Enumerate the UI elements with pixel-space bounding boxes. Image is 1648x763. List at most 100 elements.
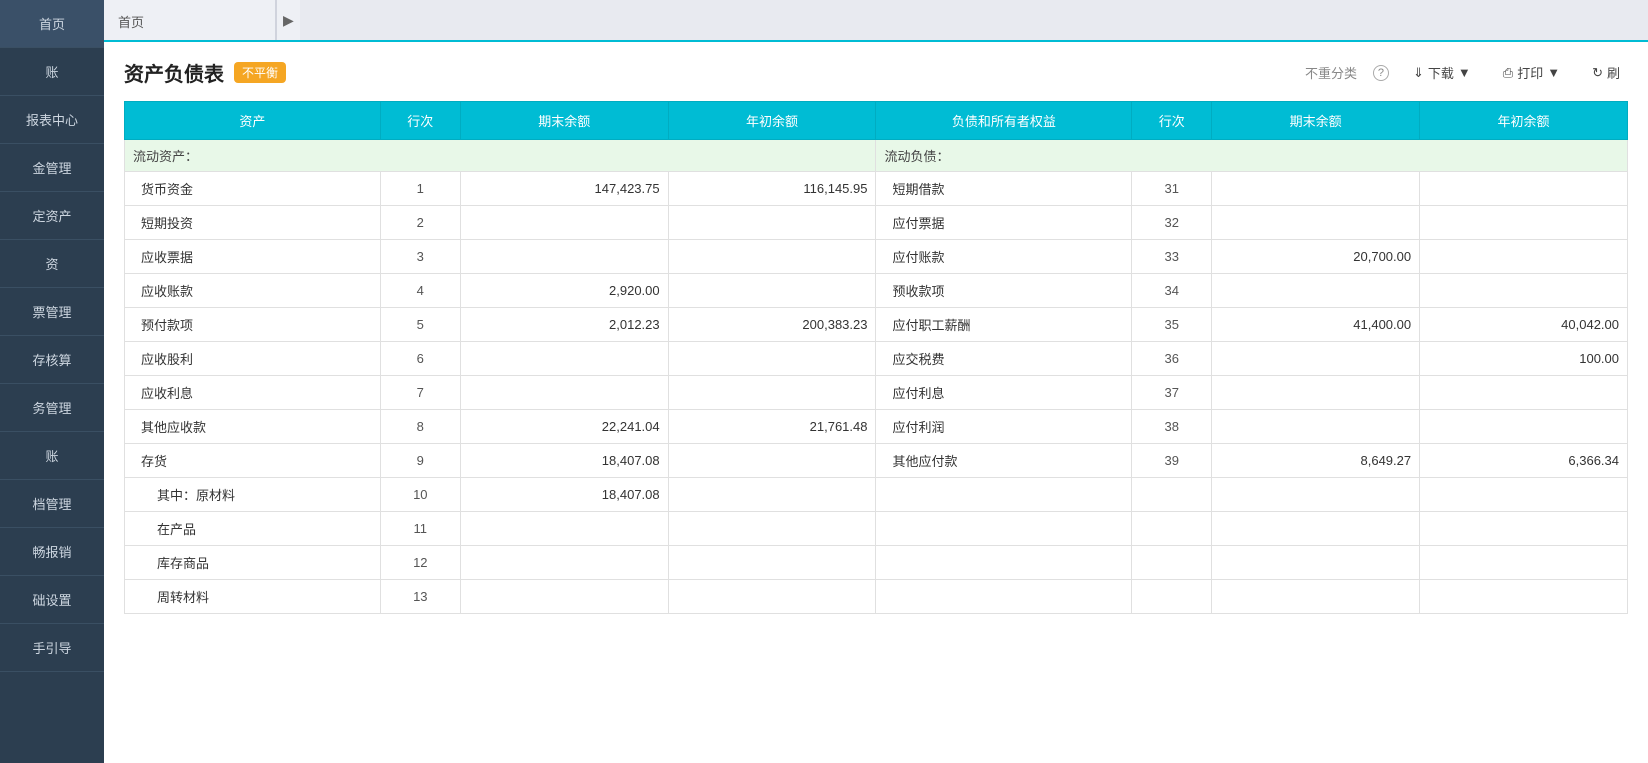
cell-6-4[interactable]: 应交税费 bbox=[876, 342, 1132, 376]
cell-12-6[interactable] bbox=[1212, 546, 1420, 580]
cell-13-5[interactable] bbox=[1132, 580, 1212, 614]
cell-9-7[interactable]: 6,366.34 bbox=[1420, 444, 1628, 478]
cell-8-1[interactable]: 8 bbox=[380, 410, 460, 444]
cell-10-7[interactable] bbox=[1420, 478, 1628, 512]
cell-11-2[interactable] bbox=[460, 512, 668, 546]
cell-9-5[interactable]: 39 bbox=[1132, 444, 1212, 478]
cell-1-2[interactable]: 147,423.75 bbox=[460, 172, 668, 206]
cell-11-4[interactable] bbox=[876, 512, 1132, 546]
cell-7-1[interactable]: 7 bbox=[380, 376, 460, 410]
cell-5-0[interactable]: 预付款项 bbox=[125, 308, 381, 342]
cell-4-6[interactable] bbox=[1212, 274, 1420, 308]
sidebar-item-ledger[interactable]: 账 bbox=[0, 432, 104, 480]
sidebar-item-bill-mgmt[interactable]: 票管理 bbox=[0, 288, 104, 336]
cell-13-1[interactable]: 13 bbox=[380, 580, 460, 614]
cell-11-6[interactable] bbox=[1212, 512, 1420, 546]
cell-2-5[interactable]: 32 bbox=[1132, 206, 1212, 240]
cell-6-2[interactable] bbox=[460, 342, 668, 376]
sidebar-item-home[interactable]: 首页 bbox=[0, 0, 104, 48]
cell-3-5[interactable]: 33 bbox=[1132, 240, 1212, 274]
sidebar-item-fixed-assets[interactable]: 定资产 bbox=[0, 192, 104, 240]
download-button[interactable]: ⇓ 下载 ▼ bbox=[1405, 59, 1479, 86]
cell-9-6[interactable]: 8,649.27 bbox=[1212, 444, 1420, 478]
cell-8-6[interactable] bbox=[1212, 410, 1420, 444]
cell-6-7[interactable]: 100.00 bbox=[1420, 342, 1628, 376]
cell-3-0[interactable]: 应收票据 bbox=[125, 240, 381, 274]
print-button[interactable]: ⎙ 打印 ▼ bbox=[1495, 59, 1568, 86]
sidebar-item-inventory[interactable]: 存核算 bbox=[0, 336, 104, 384]
sidebar-item-tax-mgmt[interactable]: 务管理 bbox=[0, 384, 104, 432]
cell-5-6[interactable]: 41,400.00 bbox=[1212, 308, 1420, 342]
cell-11-5[interactable] bbox=[1132, 512, 1212, 546]
cell-10-2[interactable]: 18,407.08 bbox=[460, 478, 668, 512]
cell-13-6[interactable] bbox=[1212, 580, 1420, 614]
cell-11-7[interactable] bbox=[1420, 512, 1628, 546]
cell-6-5[interactable]: 36 bbox=[1132, 342, 1212, 376]
cell-4-5[interactable]: 34 bbox=[1132, 274, 1212, 308]
sidebar-item-settings[interactable]: 础设置 bbox=[0, 576, 104, 624]
cell-4-2[interactable]: 2,920.00 bbox=[460, 274, 668, 308]
cell-5-4[interactable]: 应付职工薪酬 bbox=[876, 308, 1132, 342]
cell-1-1[interactable]: 1 bbox=[380, 172, 460, 206]
cell-12-3[interactable] bbox=[668, 546, 876, 580]
sidebar-item-assets[interactable]: 资 bbox=[0, 240, 104, 288]
cell-2-4[interactable]: 应付票据 bbox=[876, 206, 1132, 240]
sidebar-item-archive[interactable]: 档管理 bbox=[0, 480, 104, 528]
cell-2-7[interactable] bbox=[1420, 206, 1628, 240]
cell-12-4[interactable] bbox=[876, 546, 1132, 580]
cell-4-4[interactable]: 预收款项 bbox=[876, 274, 1132, 308]
cell-2-0[interactable]: 短期投资 bbox=[125, 206, 381, 240]
cell-10-3[interactable] bbox=[668, 478, 876, 512]
cell-11-1[interactable]: 11 bbox=[380, 512, 460, 546]
cell-1-4[interactable]: 短期借款 bbox=[876, 172, 1132, 206]
cell-9-1[interactable]: 9 bbox=[380, 444, 460, 478]
sidebar-item-account[interactable]: 账 bbox=[0, 48, 104, 96]
cell-1-6[interactable] bbox=[1212, 172, 1420, 206]
cell-12-0[interactable]: 库存商品 bbox=[125, 546, 381, 580]
cell-8-2[interactable]: 22,241.04 bbox=[460, 410, 668, 444]
tab-0[interactable]: 首页 bbox=[104, 0, 276, 42]
cell-3-7[interactable] bbox=[1420, 240, 1628, 274]
cell-2-6[interactable] bbox=[1212, 206, 1420, 240]
cell-4-7[interactable] bbox=[1420, 274, 1628, 308]
cell-1-3[interactable]: 116,145.95 bbox=[668, 172, 876, 206]
cell-1-5[interactable]: 31 bbox=[1132, 172, 1212, 206]
cell-11-0[interactable]: 在产品 bbox=[125, 512, 381, 546]
cell-10-5[interactable] bbox=[1132, 478, 1212, 512]
cell-12-1[interactable]: 12 bbox=[380, 546, 460, 580]
cell-8-0[interactable]: 其他应收款 bbox=[125, 410, 381, 444]
cell-7-2[interactable] bbox=[460, 376, 668, 410]
cell-12-7[interactable] bbox=[1420, 546, 1628, 580]
cell-2-2[interactable] bbox=[460, 206, 668, 240]
cell-2-3[interactable] bbox=[668, 206, 876, 240]
cell-4-0[interactable]: 应收账款 bbox=[125, 274, 381, 308]
cell-13-2[interactable] bbox=[460, 580, 668, 614]
cell-3-6[interactable]: 20,700.00 bbox=[1212, 240, 1420, 274]
cell-10-1[interactable]: 10 bbox=[380, 478, 460, 512]
cell-7-0[interactable]: 应收利息 bbox=[125, 376, 381, 410]
cell-13-4[interactable] bbox=[876, 580, 1132, 614]
cell-7-6[interactable] bbox=[1212, 376, 1420, 410]
cell-7-5[interactable]: 37 bbox=[1132, 376, 1212, 410]
cell-8-3[interactable]: 21,761.48 bbox=[668, 410, 876, 444]
sidebar-item-guide[interactable]: 手引导 bbox=[0, 624, 104, 672]
cell-6-3[interactable] bbox=[668, 342, 876, 376]
cell-5-1[interactable]: 5 bbox=[380, 308, 460, 342]
cell-4-3[interactable] bbox=[668, 274, 876, 308]
cell-10-6[interactable] bbox=[1212, 478, 1420, 512]
cell-7-7[interactable] bbox=[1420, 376, 1628, 410]
cell-8-7[interactable] bbox=[1420, 410, 1628, 444]
cell-12-2[interactable] bbox=[460, 546, 668, 580]
tab-scroll-right[interactable]: ▶ bbox=[276, 0, 300, 40]
cell-2-1[interactable]: 2 bbox=[380, 206, 460, 240]
cell-8-5[interactable]: 38 bbox=[1132, 410, 1212, 444]
cell-6-1[interactable]: 6 bbox=[380, 342, 460, 376]
cell-12-5[interactable] bbox=[1132, 546, 1212, 580]
info-icon[interactable]: ? bbox=[1373, 65, 1389, 81]
cell-1-7[interactable] bbox=[1420, 172, 1628, 206]
cell-5-3[interactable]: 200,383.23 bbox=[668, 308, 876, 342]
cell-13-0[interactable]: 周转材料 bbox=[125, 580, 381, 614]
cell-3-2[interactable] bbox=[460, 240, 668, 274]
cell-7-4[interactable]: 应付利息 bbox=[876, 376, 1132, 410]
cell-6-6[interactable] bbox=[1212, 342, 1420, 376]
